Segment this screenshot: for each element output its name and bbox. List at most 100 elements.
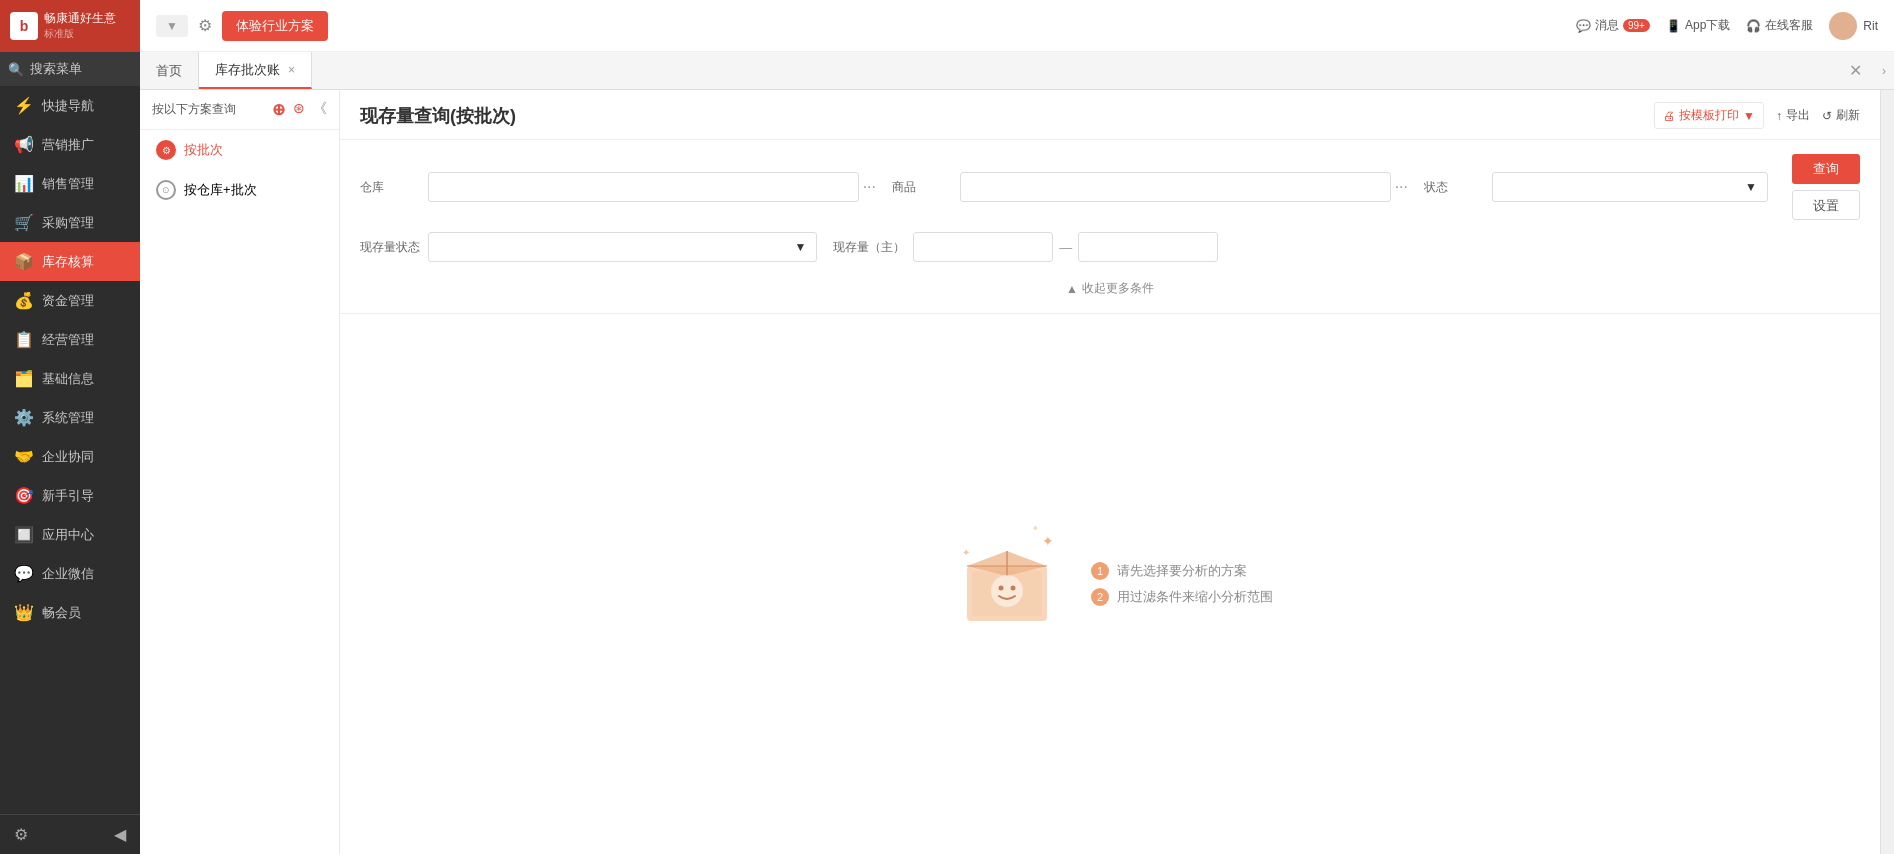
stock-qty-label: 现存量（主） xyxy=(833,239,905,256)
print-button[interactable]: 🖨 按模板打印 ▼ xyxy=(1654,102,1764,129)
plan-item-by-warehouse-batch[interactable]: ⊙ 按仓库+批次 xyxy=(140,170,339,210)
status-filter-select[interactable]: ▼ xyxy=(1492,172,1768,202)
service-icon: 🎧 xyxy=(1746,19,1761,33)
messages-badge: 99+ xyxy=(1623,19,1650,32)
search-menu[interactable]: 🔍 搜索菜单 xyxy=(0,52,140,86)
print-dropdown-icon[interactable]: ▼ xyxy=(1743,109,1755,123)
set-button[interactable]: 设置 xyxy=(1792,190,1860,220)
warehouse-dots-icon[interactable]: ··· xyxy=(863,178,876,196)
purchase-icon: 🛒 xyxy=(14,213,34,232)
sidebar-footer: ⚙ ◀ xyxy=(0,814,140,854)
sidebar-header: b 畅康通好生意 标准版 xyxy=(0,0,140,52)
sidebar-item-label: 基础信息 xyxy=(42,370,94,388)
collapse-label: 收起更多条件 xyxy=(1082,280,1154,297)
sidebar-item-finance[interactable]: 💰 资金管理 xyxy=(0,281,140,320)
app-name: 畅康通好生意 xyxy=(44,11,116,27)
sidebar-item-inventory[interactable]: 📦 库存核算 xyxy=(0,242,140,281)
add-plan-icon[interactable]: ⊕ xyxy=(272,100,285,119)
tip-num-2: 2 xyxy=(1091,588,1109,606)
sidebar-item-marketing[interactable]: 📢 营销推广 xyxy=(0,125,140,164)
online-service-button[interactable]: 🎧 在线客服 xyxy=(1746,17,1813,34)
warehouse-filter-label: 仓库 xyxy=(360,179,420,196)
quick-nav-icon: ⚡ xyxy=(14,96,34,115)
filter-area: 仓库 ··· 商品 ··· 状态 ▼ xyxy=(340,140,1880,314)
sidebar-item-label: 资金管理 xyxy=(42,292,94,310)
sidebar-item-member[interactable]: 👑 畅会员 xyxy=(0,593,140,632)
sidebar-item-guide[interactable]: 🎯 新手引导 xyxy=(0,476,140,515)
collapse-sidebar-icon[interactable]: ◀ xyxy=(114,825,126,844)
tab-inventory-batch[interactable]: 库存批次账 × xyxy=(199,52,312,89)
tip-text-2: 用过滤条件来缩小分析范围 xyxy=(1117,588,1273,606)
collapse-filters-button[interactable]: ▲ 收起更多条件 xyxy=(360,274,1860,299)
sidebar-item-label: 营销推广 xyxy=(42,136,94,154)
goods-dots-icon[interactable]: ··· xyxy=(1395,178,1408,196)
settings-plan-icon[interactable]: ⊛ xyxy=(293,100,305,119)
user-profile[interactable]: Rit xyxy=(1829,12,1878,40)
print-icon: 🖨 xyxy=(1663,109,1675,123)
collapse-panel-icon[interactable]: 《 xyxy=(313,100,327,119)
warehouse-filter-input[interactable] xyxy=(428,172,859,202)
tab-home-label: 首页 xyxy=(156,62,182,80)
sidebar-item-quick-nav[interactable]: ⚡ 快捷导航 xyxy=(0,86,140,125)
left-panel-header: 按以下方案查询 ⊕ ⊛ 《 xyxy=(140,90,339,130)
empty-state: ✦ ✦ ✦ 1 请先选择要分析的方案 2 用过滤条件来缩小分析范围 xyxy=(340,314,1880,854)
sidebar-item-enterprise[interactable]: 🤝 企业协同 xyxy=(0,437,140,476)
svg-text:✦: ✦ xyxy=(1032,524,1039,533)
sidebar-item-label: 企业协同 xyxy=(42,448,94,466)
stock-status-select[interactable]: ▼ xyxy=(428,232,817,262)
goods-filter-label: 商品 xyxy=(892,179,952,196)
search-menu-label: 搜索菜单 xyxy=(30,60,82,78)
tabs-bar: 首页 库存批次账 × ✕ › xyxy=(140,52,1894,90)
empty-tips: 1 请先选择要分析的方案 2 用过滤条件来缩小分析范围 xyxy=(1091,562,1273,606)
left-panel-title: 按以下方案查询 xyxy=(152,101,236,118)
marketing-icon: 📢 xyxy=(14,135,34,154)
goods-filter-field: 商品 ··· xyxy=(892,172,1408,202)
sidebar-item-purchase[interactable]: 🛒 采购管理 xyxy=(0,203,140,242)
sidebar-item-app-center[interactable]: 🔲 应用中心 xyxy=(0,515,140,554)
svg-point-7 xyxy=(1011,586,1016,591)
plan-item-by-batch[interactable]: ⚙ 按批次 xyxy=(140,130,339,170)
empty-illustration: ✦ ✦ ✦ xyxy=(947,516,1067,636)
tip-num-1: 1 xyxy=(1091,562,1109,580)
sidebar-item-wechat[interactable]: 💬 企业微信 xyxy=(0,554,140,593)
sidebar-item-system[interactable]: ⚙️ 系统管理 xyxy=(0,398,140,437)
filter-collapse-row: ▲ 收起更多条件 xyxy=(360,274,1860,299)
export-button[interactable]: ↑ 导出 xyxy=(1776,107,1810,124)
right-panel: 现存量查询(按批次) 🖨 按模板打印 ▼ ↑ 导出 ↺ 刷新 xyxy=(340,90,1880,854)
message-icon: 💬 xyxy=(1576,19,1591,33)
gear-icon[interactable]: ⚙ xyxy=(198,16,212,35)
tabs-scroll-right[interactable]: › xyxy=(1874,64,1894,78)
messages-button[interactable]: 💬 消息 99+ xyxy=(1576,17,1650,34)
stock-qty-max-input[interactable] xyxy=(1078,232,1218,262)
tab-close-icon[interactable]: × xyxy=(288,63,295,77)
stock-qty-min-input[interactable] xyxy=(913,232,1053,262)
plan-label-by-warehouse-batch: 按仓库+批次 xyxy=(184,181,257,199)
goods-filter-input[interactable] xyxy=(960,172,1391,202)
stock-status-filter-field: 现存量状态 ▼ xyxy=(360,232,817,262)
tab-home[interactable]: 首页 xyxy=(140,52,199,89)
app-center-icon: 🔲 xyxy=(14,525,34,544)
app-download-label: App下载 xyxy=(1685,17,1730,34)
status-dropdown-icon: ▼ xyxy=(1745,180,1757,194)
status-filter-label: 状态 xyxy=(1424,179,1484,196)
refresh-button[interactable]: ↺ 刷新 xyxy=(1822,107,1860,124)
sidebar-item-label: 快捷导航 xyxy=(42,97,94,115)
sidebar-item-basic[interactable]: 🗂️ 基础信息 xyxy=(0,359,140,398)
app-logo: b xyxy=(10,12,38,40)
app-download-button[interactable]: 📱 App下载 xyxy=(1666,17,1730,34)
finance-icon: 💰 xyxy=(14,291,34,310)
tab-active-label: 库存批次账 xyxy=(215,61,280,79)
settings-footer-icon[interactable]: ⚙ xyxy=(14,825,28,844)
sidebar-item-sales[interactable]: 📊 销售管理 xyxy=(0,164,140,203)
tip-text-1: 请先选择要分析的方案 xyxy=(1117,562,1247,580)
trial-button[interactable]: 体验行业方案 xyxy=(222,11,328,41)
tabs-close-all-button[interactable]: ✕ xyxy=(1837,61,1874,80)
online-service-label: 在线客服 xyxy=(1765,17,1813,34)
refresh-label: 刷新 xyxy=(1836,107,1860,124)
page-content: 按以下方案查询 ⊕ ⊛ 《 ⚙ 按批次 ⊙ 按仓库+批次 现存量查询(按批次) xyxy=(140,90,1894,854)
sidebar-item-operation[interactable]: 📋 经营管理 xyxy=(0,320,140,359)
inventory-icon: 📦 xyxy=(14,252,34,271)
breadcrumb: ▼ xyxy=(156,15,188,37)
basic-icon: 🗂️ xyxy=(14,369,34,388)
query-button[interactable]: 查询 xyxy=(1792,154,1860,184)
